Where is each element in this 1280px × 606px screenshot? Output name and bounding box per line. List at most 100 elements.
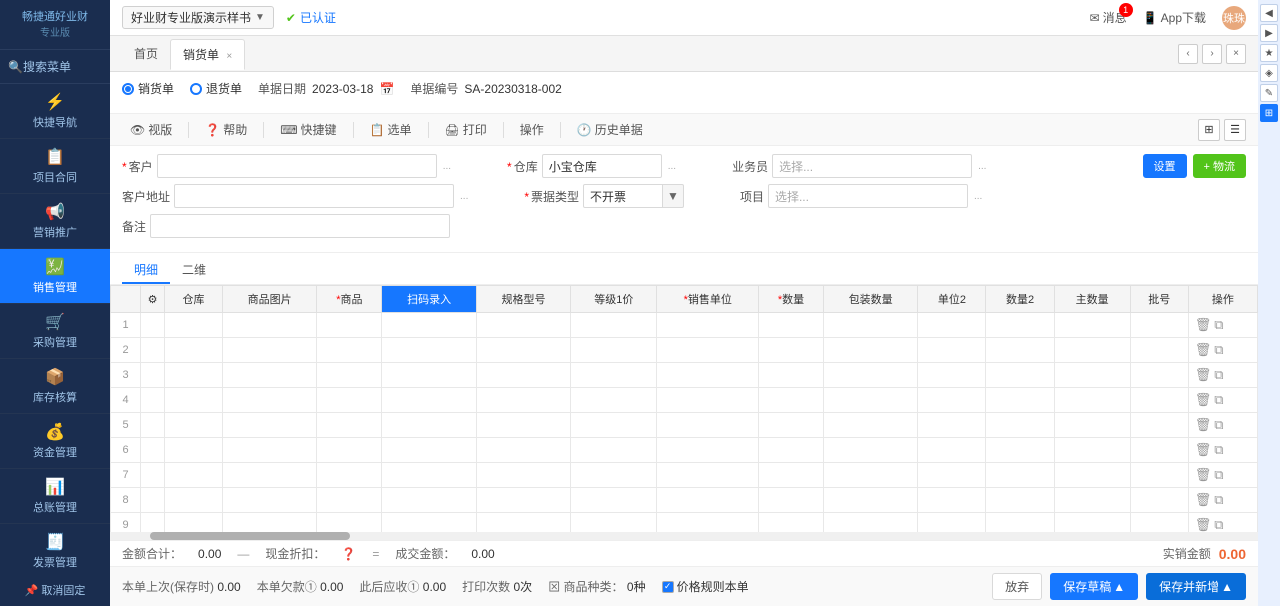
tab-sale-order[interactable]: 销货单 × — [170, 39, 245, 70]
col-settings[interactable]: ⚙ — [141, 286, 165, 313]
hscroll-thumb[interactable] — [150, 532, 350, 540]
toolbar-history-btn[interactable]: 🕐 历史单据 — [569, 118, 651, 141]
row-1-pack-qty[interactable] — [824, 313, 918, 338]
row-1-qty[interactable] — [758, 313, 823, 338]
staff-input[interactable]: 选择... — [772, 154, 972, 178]
customer-more-btn[interactable]: ... — [443, 161, 451, 172]
save-draft-arrow[interactable]: ▲ — [1113, 580, 1125, 594]
row-1-delete-icon[interactable]: 🗑 — [1195, 317, 1212, 333]
row-9-delete-icon[interactable]: 🗑 — [1195, 517, 1212, 532]
row-1-scan[interactable] — [382, 313, 476, 338]
row-4-delete-icon[interactable]: 🗑 — [1195, 392, 1212, 408]
warehouse-more-btn[interactable]: ... — [668, 161, 676, 172]
row-2-pack-qty[interactable] — [824, 338, 918, 363]
hscroll-bar[interactable] — [110, 532, 1258, 540]
app-download-btn[interactable]: 📱 App下载 — [1143, 9, 1206, 26]
sub-tab-2d[interactable]: 二维 — [170, 257, 218, 284]
radio-return[interactable]: 退货单 — [190, 80, 242, 97]
row-8-copy-icon[interactable]: ⧉ — [1214, 492, 1223, 508]
radio-sale[interactable]: 销货单 — [122, 80, 174, 97]
sidebar-search[interactable]: 🔍 搜索菜单 — [0, 50, 110, 84]
row-1-batch[interactable] — [1130, 313, 1188, 338]
toolbar-help-btn[interactable]: ❓ 帮助 — [197, 118, 255, 141]
row-7-copy-icon[interactable]: ⧉ — [1214, 467, 1223, 483]
tab-home[interactable]: 首页 — [122, 39, 170, 68]
sidebar-item-inventory[interactable]: 📦 库存核算 — [0, 359, 110, 414]
row-1-grade-price[interactable] — [571, 313, 657, 338]
row-6-delete-icon[interactable]: 🗑 — [1195, 442, 1212, 458]
remark-input[interactable] — [150, 214, 450, 238]
price-rule-checkbox-item[interactable]: ✓ 价格规则本单 — [662, 578, 749, 595]
save-new-arrow[interactable]: ▲ — [1221, 580, 1233, 594]
save-draft-btn[interactable]: 保存草稿 ▲ — [1050, 573, 1138, 600]
sub-tab-detail[interactable]: 明细 — [122, 257, 170, 284]
staff-more-btn[interactable]: ... — [978, 161, 986, 172]
tab-prev-btn[interactable]: ‹ — [1178, 44, 1198, 64]
grid-view-btn[interactable]: ⊞ — [1198, 119, 1220, 141]
sidebar-item-finance[interactable]: 💰 资金管理 — [0, 414, 110, 469]
row-2-product[interactable] — [317, 338, 382, 363]
row-8-delete-icon[interactable]: 🗑 — [1195, 492, 1212, 508]
price-rule-checkbox[interactable]: ✓ — [662, 581, 674, 593]
sidebar-item-projects[interactable]: 📋 项目合同 — [0, 139, 110, 194]
save-new-btn[interactable]: 保存并新增 ▲ — [1146, 573, 1246, 600]
tab-close-btn[interactable]: × — [1226, 44, 1246, 64]
sidebar-item-purchase[interactable]: 🛒 采购管理 — [0, 304, 110, 359]
row-1-qty2[interactable] — [986, 313, 1054, 338]
row-1-copy-icon[interactable]: ⧉ — [1214, 317, 1223, 333]
right-panel-btn-2[interactable]: ▶ — [1260, 24, 1278, 42]
row-4-copy-icon[interactable]: ⧉ — [1214, 392, 1223, 408]
toolbar-preview-btn[interactable]: 👁 视版 — [122, 118, 180, 141]
right-panel-btn-3[interactable]: ★ — [1260, 44, 1278, 62]
warehouse-input[interactable]: 小宝仓库 — [542, 154, 662, 178]
row-1-sale-unit[interactable] — [657, 313, 758, 338]
invoice-type-select[interactable]: 不开票 ▼ — [583, 184, 684, 208]
row-1-main-qty[interactable] — [1054, 313, 1130, 338]
row-1-product[interactable] — [317, 313, 382, 338]
user-avatar[interactable]: 珠珠 — [1222, 6, 1246, 30]
add-logistics-btn[interactable]: + 物流 — [1193, 154, 1246, 178]
row-2-qty2[interactable] — [986, 338, 1054, 363]
row-2-main-qty[interactable] — [1054, 338, 1130, 363]
row-7-delete-icon[interactable]: 🗑 — [1195, 467, 1212, 483]
customer-addr-more-btn[interactable]: ... — [460, 191, 468, 202]
right-panel-btn-5[interactable]: ✎ — [1260, 84, 1278, 102]
sidebar-pin[interactable]: 📌 取消固定 — [0, 574, 110, 606]
invoice-type-arrow[interactable]: ▼ — [663, 184, 684, 208]
row-5-copy-icon[interactable]: ⧉ — [1214, 417, 1223, 433]
row-2-spec[interactable] — [476, 338, 570, 363]
toolbar-operate-btn[interactable]: 操作 — [512, 118, 552, 141]
tab-next-btn[interactable]: › — [1202, 44, 1222, 64]
customer-addr-input[interactable] — [174, 184, 454, 208]
row-1-spec[interactable] — [476, 313, 570, 338]
tab-close-icon[interactable]: × — [226, 51, 232, 62]
right-panel-btn-6[interactable]: ⊞ — [1260, 104, 1278, 122]
abandon-btn[interactable]: 放弃 — [992, 573, 1042, 600]
row-3-delete-icon[interactable]: 🗑 — [1195, 367, 1212, 383]
right-panel-btn-1[interactable]: ◀ — [1260, 4, 1278, 22]
sidebar-item-invoice[interactable]: 🧾 发票管理 — [0, 524, 110, 574]
sidebar-item-quicknav[interactable]: ⚡ 快捷导航 — [0, 84, 110, 139]
project-input[interactable]: 选择... — [768, 184, 968, 208]
customer-input[interactable] — [157, 154, 437, 178]
row-9-copy-icon[interactable]: ⧉ — [1214, 517, 1223, 532]
row-1-warehouse[interactable] — [165, 313, 223, 338]
row-2-scan[interactable] — [382, 338, 476, 363]
row-2-qty[interactable] — [758, 338, 823, 363]
calendar-icon[interactable]: 📅 — [379, 82, 394, 96]
toolbar-print-btn[interactable]: 🖨 打印 — [437, 118, 495, 141]
toolbar-shortcut-btn[interactable]: ⌨ 快捷键 — [272, 118, 344, 141]
company-selector[interactable]: 好业财专业版演示样书 ▼ — [122, 6, 274, 29]
sidebar-item-sales[interactable]: 💹 销售管理 — [0, 249, 110, 304]
set-btn[interactable]: 设置 — [1143, 154, 1187, 178]
sidebar-item-accounts[interactable]: 📊 总账管理 — [0, 469, 110, 524]
list-view-btn[interactable]: ☰ — [1224, 119, 1246, 141]
row-2-warehouse[interactable] — [165, 338, 223, 363]
row-6-copy-icon[interactable]: ⧉ — [1214, 442, 1223, 458]
meta-date-value[interactable]: 2023-03-18 — [312, 82, 373, 96]
right-panel-btn-4[interactable]: ◈ — [1260, 64, 1278, 82]
project-more-btn[interactable]: ... — [974, 191, 982, 202]
row-2-copy-icon[interactable]: ⧉ — [1214, 342, 1223, 358]
sidebar-item-marketing[interactable]: 📢 营销推广 — [0, 194, 110, 249]
row-2-delete-icon[interactable]: 🗑 — [1195, 342, 1212, 358]
